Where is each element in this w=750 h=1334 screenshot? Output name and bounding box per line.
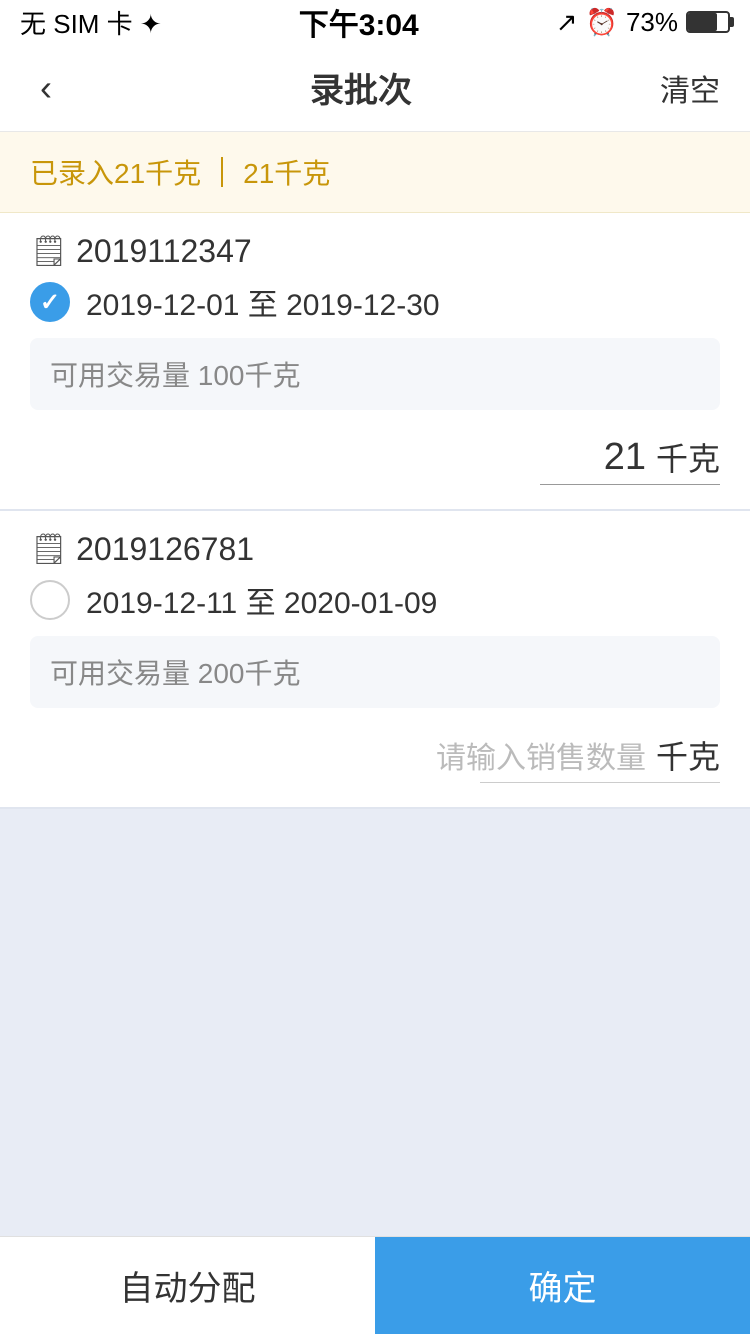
info-divider <box>221 157 223 187</box>
input-unit-2: 千克 <box>656 732 720 778</box>
batch-radio-1[interactable] <box>30 282 70 322</box>
bottom-bar: 自动分配 确定 <box>0 1236 750 1334</box>
batch-id-1: 2019112347 <box>76 233 252 270</box>
batch-date-row-2: 2019-12-11 至 2020-01-09 <box>30 578 720 622</box>
quantity-row-1: 21 千克 <box>0 410 750 509</box>
quantity-underline-1 <box>540 484 720 485</box>
batch-header-1: 🗒 2019112347 <box>30 233 720 270</box>
info-banner: 已录入21千克 21千克 <box>0 132 750 213</box>
batch-date-row-1: 2019-12-01 至 2019-12-30 <box>30 280 720 324</box>
batch-available-1: 可用交易量 100千克 <box>30 338 720 410</box>
recorded-value: 21千克 <box>243 152 330 192</box>
status-bar: 无 SIM 卡 ✦ 下午3:04 ↗ ⏰ 73% <box>0 0 750 44</box>
battery-icon <box>686 11 730 33</box>
input-row-2: 请输入销售数量 千克 <box>0 708 750 807</box>
page-title: 录批次 <box>310 63 412 112</box>
status-time: 下午3:04 <box>299 0 419 44</box>
quantity-value-1: 21 <box>604 436 646 479</box>
batch-card-1: 🗒 2019112347 2019-12-01 至 2019-12-30 可用交… <box>0 213 750 410</box>
input-placeholder-2: 请输入销售数量 <box>436 733 646 777</box>
batch-date-2: 2019-12-11 至 2020-01-09 <box>86 578 437 622</box>
battery-percent: 73% <box>626 7 678 38</box>
batch-doc-icon-2: 🗒 <box>30 532 68 567</box>
nav-bar: ‹ 录批次 清空 <box>0 44 750 132</box>
status-left: 无 SIM 卡 ✦ <box>20 4 162 41</box>
batch-date-1: 2019-12-01 至 2019-12-30 <box>86 280 440 324</box>
clear-button[interactable]: 清空 <box>660 66 720 110</box>
location-icon: ↗ <box>556 7 578 38</box>
batch-header-2: 🗒 2019126781 <box>30 531 720 568</box>
batch-available-2: 可用交易量 200千克 <box>30 636 720 708</box>
input-area-2[interactable]: 请输入销售数量 千克 <box>436 732 720 783</box>
sim-status: 无 SIM 卡 ✦ <box>20 4 162 41</box>
batch-radio-2[interactable] <box>30 580 70 620</box>
batch-card-2: 🗒 2019126781 2019-12-11 至 2020-01-09 可用交… <box>0 511 750 708</box>
batch-id-2: 2019126781 <box>76 531 254 568</box>
auto-distribute-button[interactable]: 自动分配 <box>0 1237 375 1334</box>
batch-doc-icon-1: 🗒 <box>30 234 68 269</box>
recorded-label: 已录入21千克 <box>30 152 201 192</box>
bottom-spacer <box>0 809 750 1236</box>
back-button[interactable]: ‹ <box>30 57 62 119</box>
input-underline-2 <box>480 782 720 783</box>
alarm-icon: ⏰ <box>586 7 618 38</box>
quantity-unit-1: 千克 <box>656 434 720 480</box>
confirm-button[interactable]: 确定 <box>375 1237 750 1334</box>
status-right: ↗ ⏰ 73% <box>556 7 730 38</box>
quantity-input-area-1[interactable]: 21 千克 <box>540 434 720 485</box>
